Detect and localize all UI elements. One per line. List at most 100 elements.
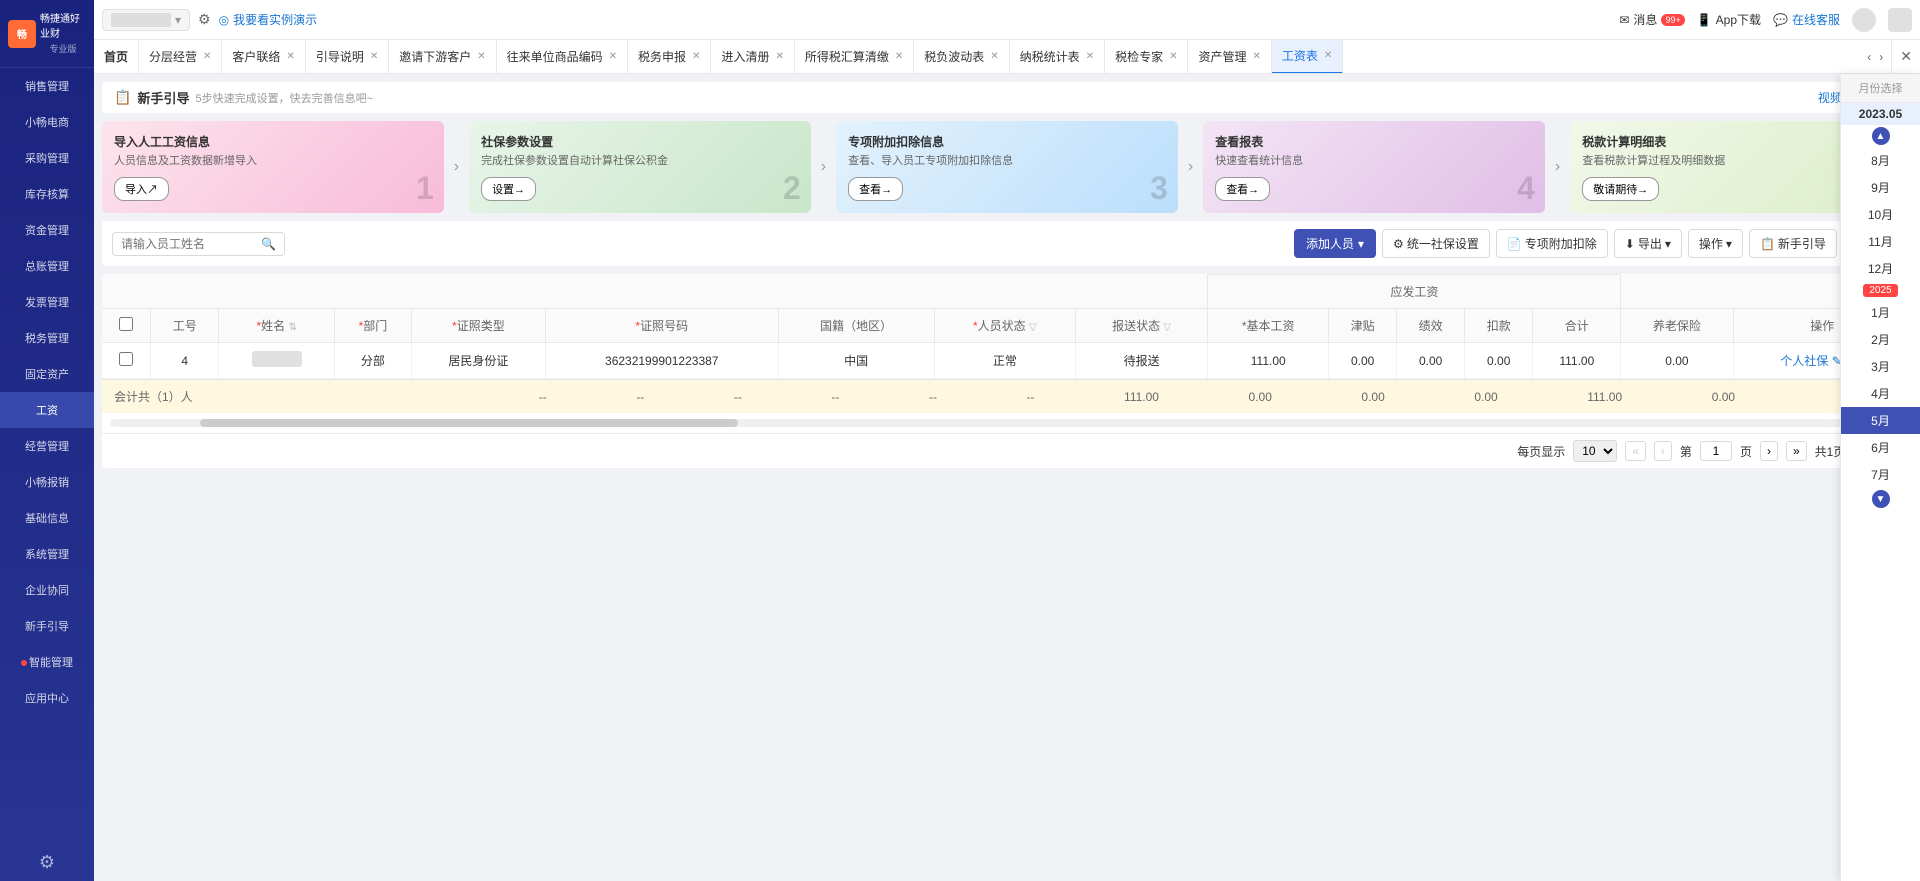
- tab-close-salary[interactable]: ✕: [1324, 50, 1332, 61]
- filter-status-icon[interactable]: ▽: [1029, 322, 1037, 333]
- tab-close-asset[interactable]: ✕: [1253, 51, 1261, 62]
- tab-scroll-left[interactable]: ‹: [1863, 48, 1875, 66]
- sidebar-item-operation[interactable]: 经营管理: [0, 428, 94, 464]
- sidebar-item-ecommerce[interactable]: 小畅电商: [0, 104, 94, 140]
- select-all-checkbox[interactable]: [119, 317, 133, 331]
- step-5-btn[interactable]: 敬请期待→: [1582, 177, 1659, 201]
- page-number-input[interactable]: [1700, 441, 1732, 461]
- tab-scroll-right[interactable]: ›: [1875, 48, 1887, 66]
- month-11[interactable]: 11月: [1841, 228, 1920, 255]
- sidebar-item-system[interactable]: 系统管理: [0, 536, 94, 572]
- tab-close-goods[interactable]: ✕: [609, 51, 617, 62]
- tab-close-guide[interactable]: ✕: [370, 51, 378, 62]
- tab-close-tax-stat[interactable]: ✕: [1086, 51, 1094, 62]
- sidebar-item-tax[interactable]: 税务管理: [0, 320, 94, 356]
- demo-link[interactable]: ◎ 我要看实例演示: [219, 11, 318, 28]
- tab-close-tax-calc[interactable]: ✕: [895, 51, 903, 62]
- step-4-btn[interactable]: 查看→: [1215, 177, 1270, 201]
- close-all-tabs-btn[interactable]: ✕: [1891, 40, 1920, 74]
- year-2025-badge: 2025: [1863, 284, 1897, 297]
- tab-close-clearance[interactable]: ✕: [775, 51, 783, 62]
- month-10[interactable]: 10月: [1841, 201, 1920, 228]
- personal-social-btn[interactable]: 个人社保: [1780, 352, 1828, 369]
- row-select-checkbox[interactable]: [119, 352, 133, 366]
- filter-send-icon[interactable]: ▽: [1163, 322, 1171, 333]
- sort-name-icon[interactable]: ⇅: [288, 322, 296, 333]
- month-4[interactable]: 4月: [1841, 380, 1920, 407]
- next-page-btn[interactable]: ›: [1760, 441, 1778, 461]
- tab-tax-calc[interactable]: 所得税汇算清缴✕: [795, 40, 914, 74]
- sidebar-item-inventory[interactable]: 库存核算: [0, 176, 94, 212]
- tab-close-tax-report[interactable]: ✕: [692, 51, 700, 62]
- user-menu-btn[interactable]: [1888, 8, 1912, 32]
- prev-page-btn[interactable]: ‹: [1654, 441, 1672, 461]
- message-btn[interactable]: ✉ 消息 99+: [1619, 11, 1684, 28]
- sidebar-item-smart[interactable]: 智能管理: [0, 644, 94, 680]
- sidebar-item-appstore[interactable]: 应用中心: [0, 680, 94, 716]
- tab-partition[interactable]: 分层经营✕: [139, 40, 222, 74]
- month-1[interactable]: 1月: [1841, 299, 1920, 326]
- sidebar-settings-btn[interactable]: ⚙: [0, 844, 94, 881]
- settings-icon[interactable]: ⚙: [198, 11, 211, 28]
- tab-tax-exempt[interactable]: 税负波动表✕: [914, 40, 1009, 74]
- step-1-btn[interactable]: 导入↗: [114, 177, 169, 201]
- page-size-select[interactable]: 10 20 50: [1573, 440, 1617, 462]
- month-8[interactable]: 8月: [1841, 147, 1920, 174]
- month-9[interactable]: 9月: [1841, 174, 1920, 201]
- month-nav-down[interactable]: ▼: [1872, 490, 1890, 508]
- tab-tax-stat[interactable]: 纳税统计表✕: [1010, 40, 1105, 74]
- sidebar-item-assets[interactable]: 固定资产: [0, 356, 94, 392]
- first-page-btn[interactable]: «: [1625, 441, 1646, 461]
- last-page-btn[interactable]: »: [1786, 441, 1807, 461]
- sidebar-item-cooperation[interactable]: 企业协同: [0, 572, 94, 608]
- tab-close-tax-expert[interactable]: ✕: [1169, 51, 1177, 62]
- month-12[interactable]: 12月: [1841, 255, 1920, 282]
- sidebar-item-basic[interactable]: 基础信息: [0, 500, 94, 536]
- month-5[interactable]: 5月: [1841, 407, 1920, 434]
- sidebar-item-invoice[interactable]: 发票管理: [0, 284, 94, 320]
- horizontal-scrollbar[interactable]: [102, 413, 1912, 433]
- tab-close-customer[interactable]: ✕: [286, 51, 294, 62]
- search-input[interactable]: [121, 237, 261, 251]
- social-security-setting-btn[interactable]: ⚙ 统一社保设置: [1382, 229, 1490, 258]
- tab-goods[interactable]: 往来单位商品编码✕: [497, 40, 628, 74]
- guide-video-btn[interactable]: 视频: [1818, 89, 1842, 106]
- export-btn[interactable]: ⬇ 导出 ▾: [1614, 229, 1682, 258]
- month-2[interactable]: 2月: [1841, 326, 1920, 353]
- month-nav-up[interactable]: ▲: [1872, 127, 1890, 145]
- guide-btn[interactable]: 📋 新手引导: [1749, 229, 1837, 258]
- tab-close-invite[interactable]: ✕: [477, 51, 485, 62]
- special-deduction-btn[interactable]: 📄 专项附加扣除: [1496, 229, 1608, 258]
- month-7[interactable]: 7月: [1841, 461, 1920, 488]
- tab-tax-report[interactable]: 税务申报✕: [628, 40, 711, 74]
- sidebar-item-purchase[interactable]: 采购管理: [0, 140, 94, 176]
- tab-customer[interactable]: 客户联络✕: [222, 40, 305, 74]
- tab-clearance[interactable]: 进入清册✕: [711, 40, 794, 74]
- sidebar-item-ledger[interactable]: 总账管理: [0, 248, 94, 284]
- tab-tax-expert[interactable]: 税检专家✕: [1105, 40, 1188, 74]
- sidebar-item-sales[interactable]: 销售管理: [0, 68, 94, 104]
- guide-bar-title: 新手引导: [137, 88, 189, 107]
- step-2-btn[interactable]: 设置→: [481, 177, 536, 201]
- online-service-btn[interactable]: 💬 在线客服: [1773, 11, 1840, 28]
- tab-salary[interactable]: 工资表✕: [1272, 40, 1343, 74]
- user-avatar[interactable]: [1852, 8, 1876, 32]
- add-person-btn[interactable]: 添加人员 ▾: [1294, 229, 1376, 258]
- sidebar-item-finance[interactable]: 资金管理: [0, 212, 94, 248]
- tab-invite[interactable]: 邀请下游客户✕: [389, 40, 496, 74]
- tab-asset[interactable]: 资产管理✕: [1188, 40, 1271, 74]
- search-icon[interactable]: 🔍: [261, 237, 276, 251]
- app-download-btn[interactable]: 📱 App下载: [1697, 11, 1761, 28]
- tab-guide[interactable]: 引导说明✕: [306, 40, 389, 74]
- sidebar-item-salary[interactable]: 工资: [0, 392, 94, 428]
- company-selector[interactable]: ▾: [102, 9, 190, 31]
- tab-home[interactable]: 首页: [94, 40, 139, 74]
- sidebar-item-guide[interactable]: 新手引导: [0, 608, 94, 644]
- tab-close-tax-exempt[interactable]: ✕: [990, 51, 998, 62]
- month-3[interactable]: 3月: [1841, 353, 1920, 380]
- operate-btn[interactable]: 操作 ▾: [1688, 229, 1743, 258]
- tab-close-partition[interactable]: ✕: [203, 51, 211, 62]
- month-6[interactable]: 6月: [1841, 434, 1920, 461]
- sidebar-item-report[interactable]: 小畅报销: [0, 464, 94, 500]
- step-3-btn[interactable]: 查看→: [848, 177, 903, 201]
